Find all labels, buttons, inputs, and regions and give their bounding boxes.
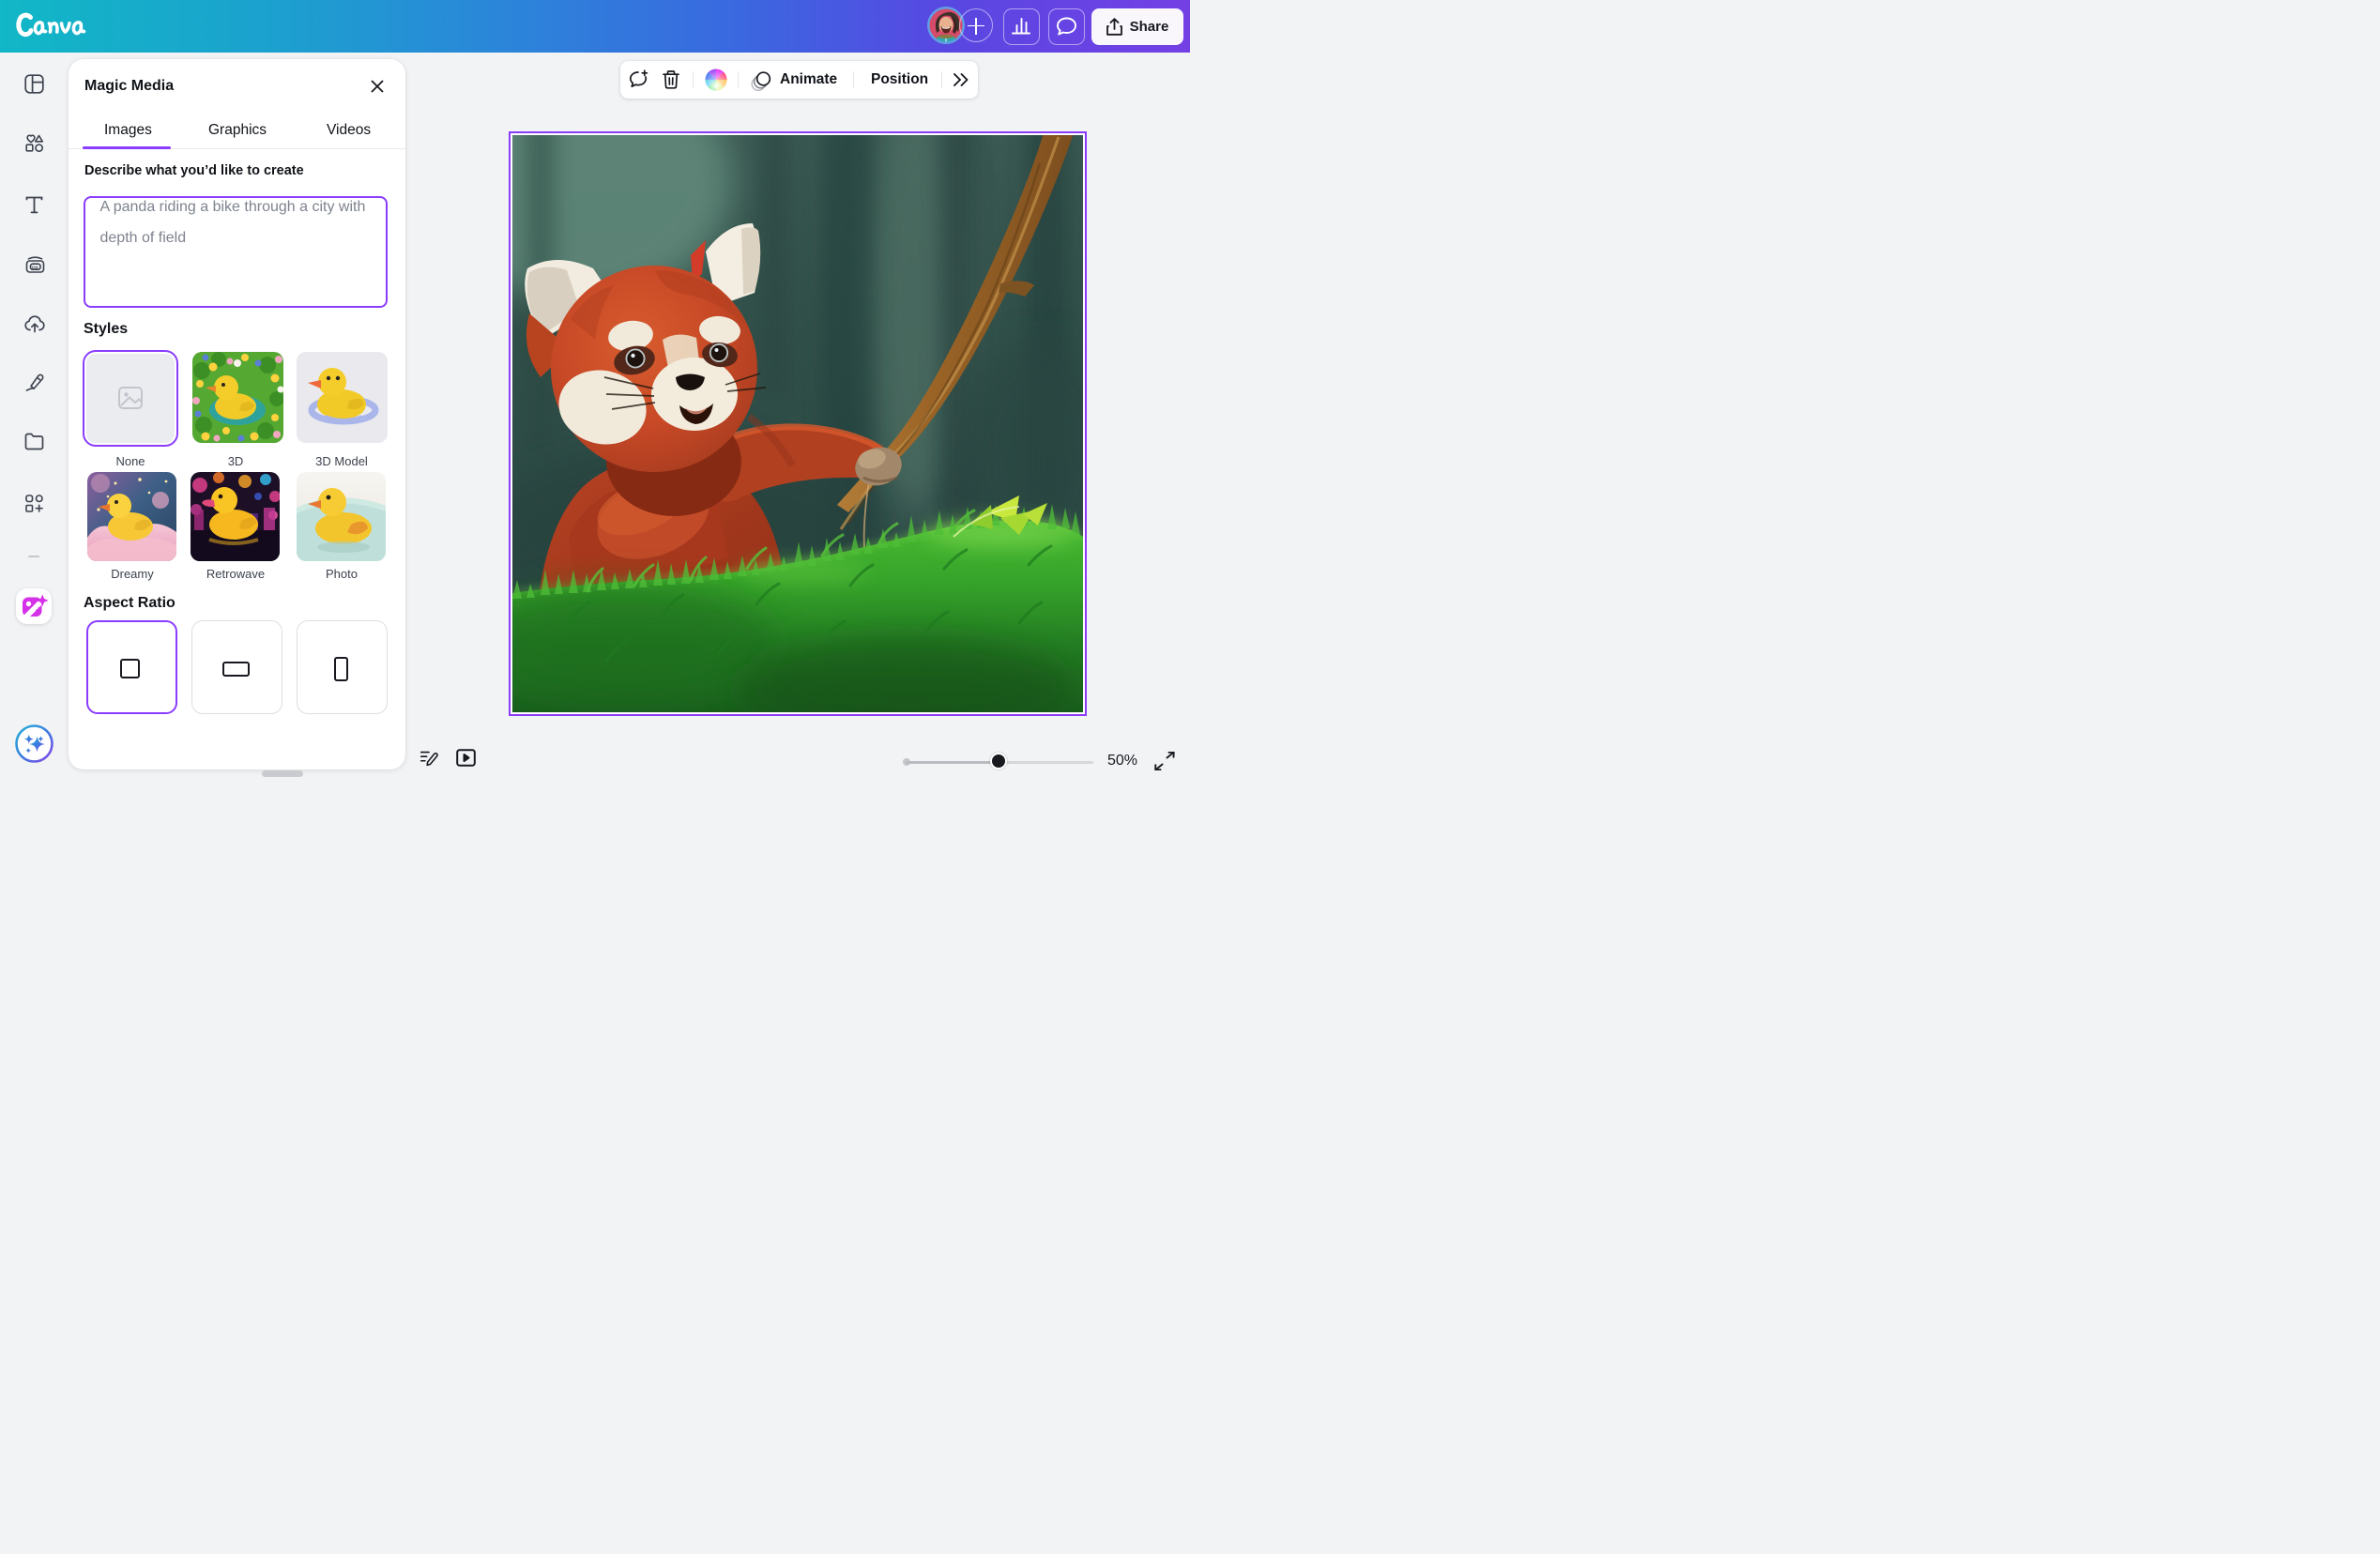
svg-text:co: co — [32, 265, 38, 270]
